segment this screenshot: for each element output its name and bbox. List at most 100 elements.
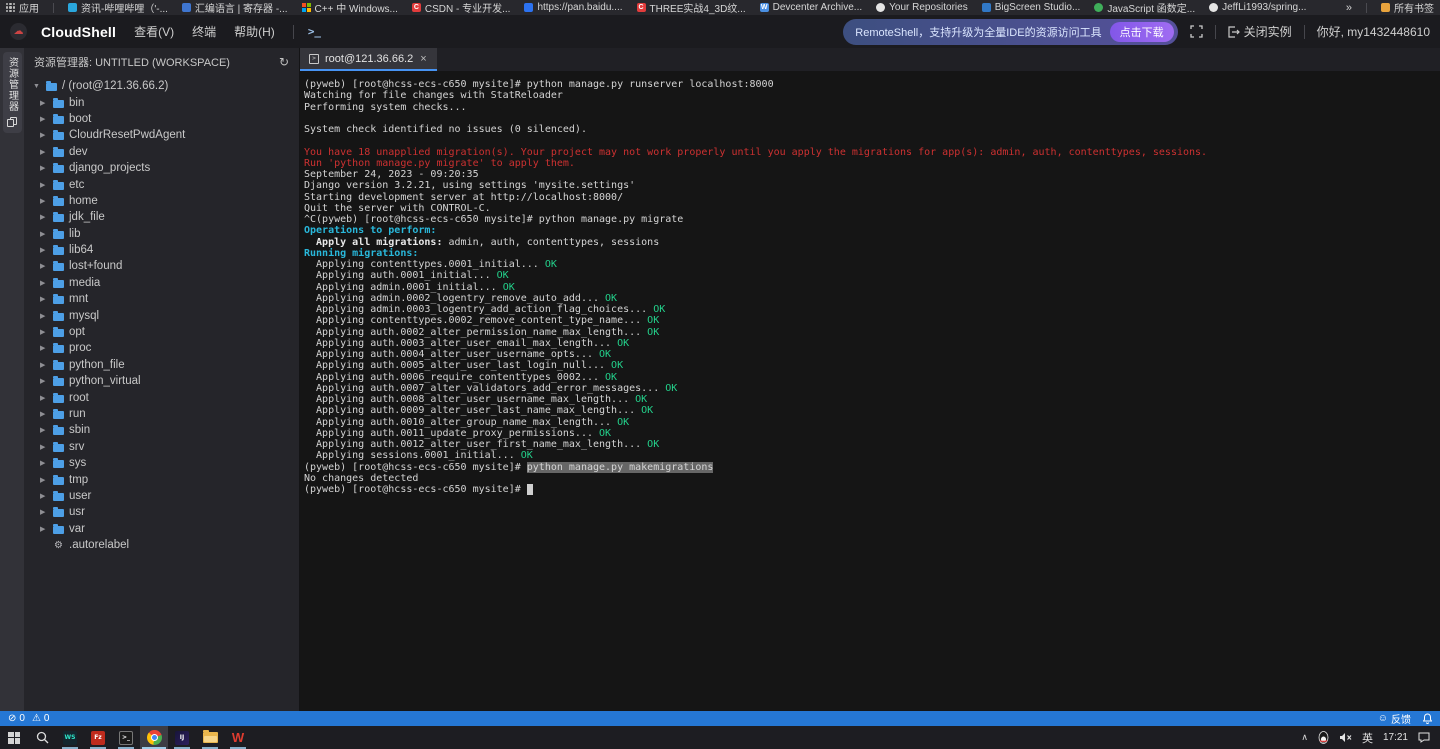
chevron-right-icon[interactable]: ▶ — [40, 476, 48, 484]
menu-item[interactable]: 终端 — [188, 21, 220, 42]
tree-folder-item[interactable]: ▶ sys — [24, 455, 299, 471]
input-language[interactable]: 英 — [1362, 730, 1373, 746]
menu-item[interactable]: 查看(V) — [130, 21, 178, 42]
bookmark-item[interactable]: C CSDN - 专业开发... — [411, 0, 510, 15]
tree-folder-item[interactable]: ▶ srv — [24, 439, 299, 455]
tree-folder-item[interactable]: ▶ django_projects — [24, 160, 299, 176]
tree-root-item[interactable]: ▼ / (root@121.36.66.2) — [24, 78, 299, 94]
taskbar-search-button[interactable] — [28, 726, 56, 749]
chevron-right-icon[interactable]: ▶ — [40, 492, 48, 500]
terminal-output[interactable]: (pyweb) [root@hcss-ecs-c650 mysite]# pyt… — [300, 71, 1440, 711]
refresh-icon[interactable]: ↻ — [279, 55, 289, 69]
tree-folder-item[interactable]: ▶ etc — [24, 176, 299, 192]
chevron-right-icon[interactable]: ▶ — [40, 344, 48, 352]
chevron-right-icon[interactable]: ▶ — [40, 394, 48, 402]
fullscreen-button[interactable] — [1189, 25, 1203, 38]
tree-folder-item[interactable]: ▶ python_virtual — [24, 373, 299, 389]
bookmark-item[interactable]: W Devcenter Archive... — [759, 0, 862, 15]
new-terminal-icon[interactable]: >_ — [308, 25, 321, 38]
chevron-right-icon[interactable]: ▶ — [40, 295, 48, 303]
tree-folder-item[interactable]: ▶ usr — [24, 504, 299, 520]
bookmark-item[interactable]: https://pan.baidu.... — [524, 0, 623, 15]
tab-close-icon[interactable]: × — [419, 53, 427, 65]
chevron-right-icon[interactable]: ▶ — [40, 459, 48, 467]
tray-expand-chevron[interactable]: ∧ — [1301, 732, 1308, 743]
chevron-right-icon[interactable]: ▶ — [40, 279, 48, 287]
tree-file-item[interactable]: ⚙ .autorelabel — [24, 537, 299, 553]
tree-folder-item[interactable]: ▶ root — [24, 389, 299, 405]
volume-muted-icon[interactable] — [1339, 732, 1352, 743]
action-center-icon[interactable] — [1418, 732, 1430, 743]
terminal-tab[interactable]: > root@121.36.66.2 × — [300, 48, 437, 71]
close-instance-button[interactable]: 关闭实例 — [1227, 23, 1292, 40]
chevron-right-icon[interactable]: ▶ — [40, 328, 48, 336]
chevron-right-icon[interactable]: ▶ — [40, 262, 48, 270]
tree-folder-item[interactable]: ▶ opt — [24, 324, 299, 340]
activity-tab-explorer[interactable]: 资源管理器 — [2, 52, 22, 133]
tree-folder-item[interactable]: ▶ var — [24, 521, 299, 537]
chevron-right-icon[interactable]: ▶ — [40, 410, 48, 418]
chevron-right-icon[interactable]: ▶ — [40, 426, 48, 434]
taskbar-wps-button[interactable]: W — [224, 726, 252, 749]
chevron-right-icon[interactable]: ▶ — [40, 377, 48, 385]
taskbar-explorer-button[interactable] — [196, 726, 224, 749]
tree-folder-item[interactable]: ▶ home — [24, 193, 299, 209]
tree-folder-item[interactable]: ▶ lib — [24, 226, 299, 242]
chevron-down-icon[interactable]: ▼ — [33, 83, 41, 90]
tree-folder-item[interactable]: ▶ bin — [24, 94, 299, 110]
chevron-right-icon[interactable]: ▶ — [40, 525, 48, 533]
chevron-right-icon[interactable]: ▶ — [40, 197, 48, 205]
chevron-right-icon[interactable]: ▶ — [40, 115, 48, 123]
tree-folder-item[interactable]: ▶ python_file — [24, 357, 299, 373]
apps-shortcut[interactable]: 应用 — [6, 0, 39, 15]
tree-folder-item[interactable]: ▶ CloudrResetPwdAgent — [24, 127, 299, 143]
tree-folder-item[interactable]: ▶ user — [24, 488, 299, 504]
taskbar-chrome-button[interactable] — [140, 726, 168, 749]
tree-folder-item[interactable]: ▶ mysql — [24, 307, 299, 323]
tree-folder-item[interactable]: ▶ run — [24, 406, 299, 422]
bookmark-item[interactable]: C++ 中 Windows... — [301, 0, 398, 15]
chevron-right-icon[interactable]: ▶ — [40, 230, 48, 238]
download-button[interactable]: 点击下载 — [1109, 21, 1174, 42]
qq-icon[interactable] — [1318, 731, 1329, 744]
chevron-right-icon[interactable]: ▶ — [40, 131, 48, 139]
all-bookmarks[interactable]: 所有书签 — [1381, 0, 1434, 15]
chevron-right-icon[interactable]: ▶ — [40, 181, 48, 189]
tree-folder-item[interactable]: ▶ sbin — [24, 422, 299, 438]
chevron-right-icon[interactable]: ▶ — [40, 312, 48, 320]
problems-indicator[interactable]: ⊘ 0 ⚠ 0 — [8, 713, 49, 724]
bookmark-item[interactable]: BigScreen Studio... — [981, 0, 1080, 15]
taskbar-start-button[interactable] — [0, 726, 28, 749]
tree-folder-item[interactable]: ▶ boot — [24, 111, 299, 127]
tree-folder-item[interactable]: ▶ media — [24, 275, 299, 291]
tree-folder-item[interactable]: ▶ proc — [24, 340, 299, 356]
bookmark-item[interactable]: Your Repositories — [876, 0, 968, 15]
chevron-right-icon[interactable]: ▶ — [40, 148, 48, 156]
bookmark-item[interactable]: C THREE实战4_3D纹... — [636, 0, 746, 15]
feedback-button[interactable]: ☺ 反馈 — [1378, 711, 1411, 726]
taskbar-webstorm-button[interactable]: WS — [56, 726, 84, 749]
chevron-right-icon[interactable]: ▶ — [40, 443, 48, 451]
tree-folder-item[interactable]: ▶ tmp — [24, 471, 299, 487]
chevron-right-icon[interactable]: ▶ — [40, 246, 48, 254]
taskbar-intellij-button[interactable]: IJ — [168, 726, 196, 749]
tree-folder-item[interactable]: ▶ mnt — [24, 291, 299, 307]
bookmark-item[interactable]: 资讯-哔哩哔哩（'-... — [68, 0, 168, 15]
tree-folder-item[interactable]: ▶ dev — [24, 144, 299, 160]
bookmark-item[interactable]: JeffLi1993/spring... — [1209, 0, 1306, 15]
chevron-right-icon[interactable]: ▶ — [40, 164, 48, 172]
chevron-right-icon[interactable]: ▶ — [40, 99, 48, 107]
chevron-right-icon[interactable]: ▶ — [40, 361, 48, 369]
tree-folder-item[interactable]: ▶ lost+found — [24, 258, 299, 274]
taskbar-cmd-button[interactable]: >_ — [112, 726, 140, 749]
bookmarks-overflow-chevron[interactable]: » — [1346, 2, 1352, 14]
tree-folder-item[interactable]: ▶ lib64 — [24, 242, 299, 258]
clock[interactable]: 17:21 — [1383, 732, 1408, 743]
notifications-bell[interactable] — [1423, 713, 1432, 724]
bookmark-item[interactable]: JavaScript 函数定... — [1094, 0, 1195, 15]
taskbar-filezilla-button[interactable]: Fz — [84, 726, 112, 749]
bookmark-item[interactable]: 汇编语言 | 寄存器 -... — [181, 0, 288, 15]
chevron-right-icon[interactable]: ▶ — [40, 213, 48, 221]
chevron-right-icon[interactable]: ▶ — [40, 508, 48, 516]
tree-folder-item[interactable]: ▶ jdk_file — [24, 209, 299, 225]
